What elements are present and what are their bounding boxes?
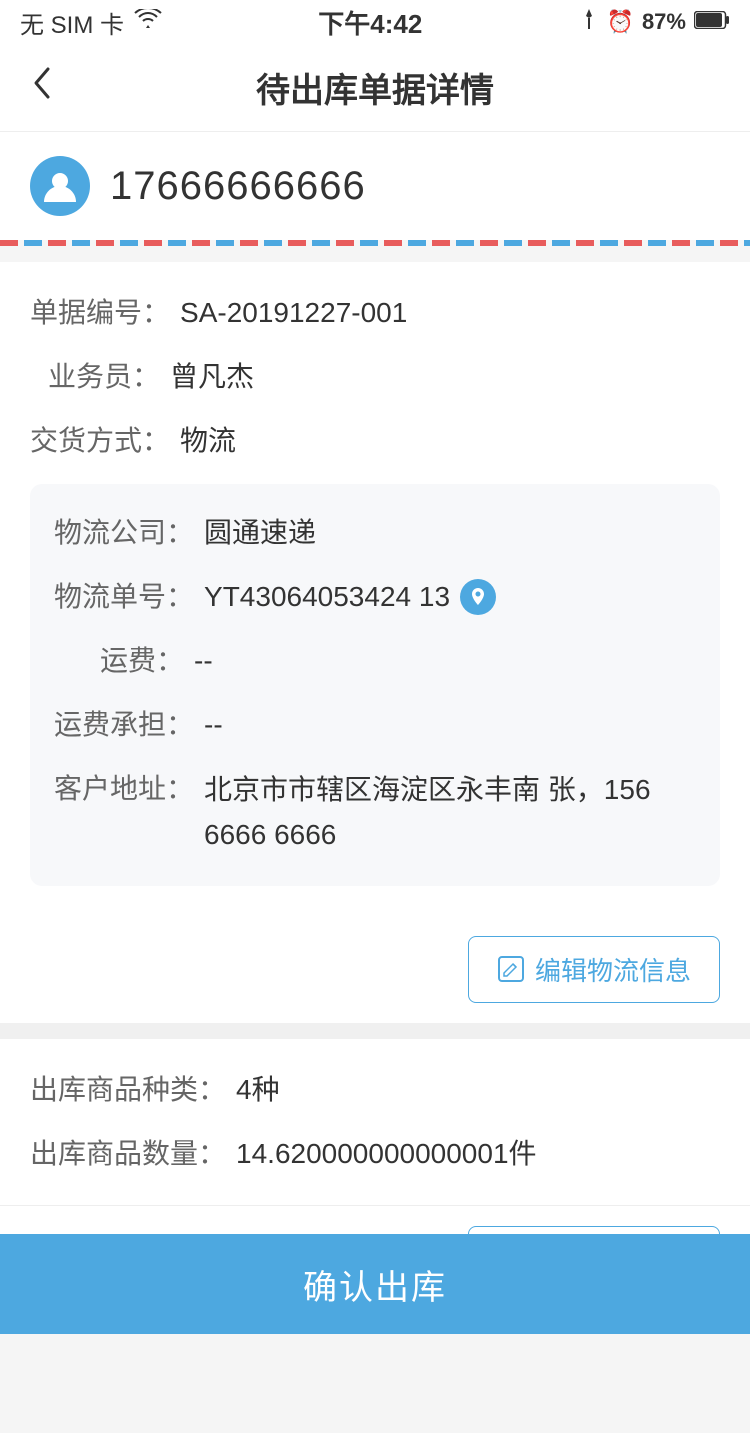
freight-bearer-value: -- [204, 704, 696, 746]
salesperson-label: 业务员： [30, 356, 170, 398]
carrier-label: 无 SIM 卡 [20, 5, 124, 40]
goods-quantity-value: 14.620000000000001件 [236, 1133, 537, 1175]
confirm-btn-wrap: 确认出库 [0, 1234, 750, 1334]
nav-bar: 待出库单据详情 [0, 44, 750, 132]
status-left: 无 SIM 卡 [20, 5, 162, 40]
logistics-company-label: 物流公司： [54, 512, 204, 554]
battery-icon [694, 9, 730, 35]
status-right: ⏰ 87% [579, 8, 730, 36]
address-row: 客户地址： 北京市市辖区海淀区永丰南 张，156 6666 6666 [54, 768, 696, 858]
delivery-method-row: 交货方式： 物流 [30, 420, 720, 462]
document-number-value: SA-20191227-001 [180, 292, 720, 334]
map-pin-icon[interactable] [460, 579, 496, 615]
freight-label: 运费： [54, 640, 194, 682]
page-title: 待出库单据详情 [256, 63, 494, 112]
delivery-method-label: 交货方式： [30, 420, 180, 462]
document-number-label: 单据编号： [30, 292, 180, 334]
edit-logistics-button[interactable]: 编辑物流信息 [468, 936, 720, 1003]
goods-types-label: 出库商品种类： [30, 1069, 236, 1111]
section-divider-1 [0, 1023, 750, 1039]
delivery-method-value: 物流 [180, 420, 720, 462]
goods-types-value: 4种 [236, 1069, 280, 1111]
logistics-company-row: 物流公司： 圆通速递 [54, 512, 696, 554]
freight-row: 运费： -- [54, 640, 696, 682]
battery-text: 87% [642, 9, 686, 35]
goods-quantity-row: 出库商品数量： 14.620000000000001件 [30, 1133, 720, 1175]
avatar [30, 156, 90, 216]
logistics-card: 物流公司： 圆通速递 物流单号： YT43064053424 13 运费： -- [30, 484, 720, 886]
address-value: 北京市市辖区海淀区永丰南 张，156 6666 6666 [204, 768, 696, 858]
alarm-icon: ⏰ [607, 9, 634, 35]
basic-info-section: 单据编号： SA-20191227-001 业务员： 曾凡杰 交货方式： 物流 … [0, 262, 750, 916]
goods-section: 出库商品种类： 4种 出库商品数量： 14.620000000000001件 [0, 1039, 750, 1205]
confirm-outbound-button[interactable]: 确认出库 [0, 1234, 750, 1334]
edit-btn-row: 编辑物流信息 [0, 916, 750, 1023]
phone-number: 17666666666 [110, 164, 366, 209]
wifi-icon [134, 8, 162, 36]
status-time: 下午4:42 [318, 4, 422, 41]
edit-logistics-label: 编辑物流信息 [535, 951, 691, 988]
status-bar: 无 SIM 卡 下午4:42 ⏰ 87% [0, 0, 750, 44]
tracking-number-label: 物流单号： [54, 576, 204, 618]
phone-header: 17666666666 [0, 132, 750, 240]
location-signal-icon [579, 8, 599, 36]
logistics-company-value: 圆通速递 [204, 512, 696, 554]
tracking-number-value: YT43064053424 13 [204, 576, 696, 618]
salesperson-row: 业务员： 曾凡杰 [30, 356, 720, 398]
goods-quantity-label: 出库商品数量： [30, 1133, 236, 1175]
confirm-btn-label: 确认出库 [303, 1260, 447, 1309]
dashed-divider [0, 240, 750, 246]
goods-types-row: 出库商品种类： 4种 [30, 1069, 720, 1111]
address-label: 客户地址： [54, 768, 204, 810]
freight-bearer-label: 运费承担： [54, 704, 204, 746]
back-button[interactable] [30, 63, 54, 112]
freight-bearer-row: 运费承担： -- [54, 704, 696, 746]
freight-value: -- [194, 640, 696, 682]
salesperson-value: 曾凡杰 [170, 356, 720, 398]
tracking-number-row: 物流单号： YT43064053424 13 [54, 576, 696, 618]
document-number-row: 单据编号： SA-20191227-001 [30, 292, 720, 334]
